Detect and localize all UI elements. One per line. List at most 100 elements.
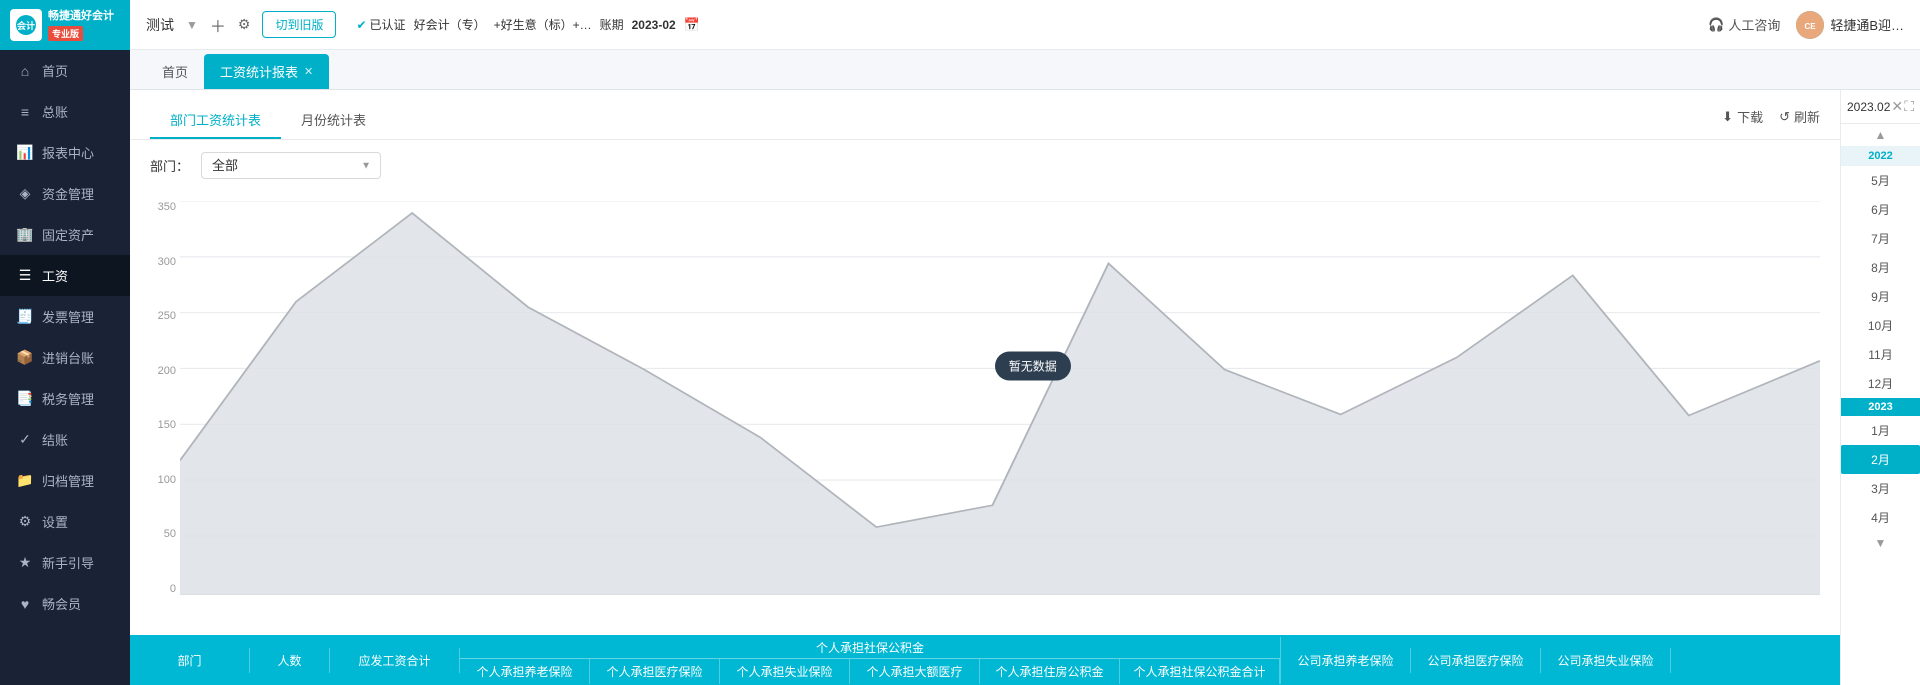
topbar-gear-button[interactable]: ⚙ xyxy=(238,16,251,33)
topbar-add-button[interactable]: ＋ xyxy=(210,13,226,37)
bt-col-unemployment: 个人承担失业保险 xyxy=(720,659,850,684)
svg-text:CE: CE xyxy=(1805,22,1817,31)
sidebar-item-invoice[interactable]: 🧾 发票管理 xyxy=(0,296,130,337)
sidebar-item-checkout[interactable]: ✓ 结账 xyxy=(0,419,130,460)
topbar-status: ✔ 已认证 好会计（专） +好生意（标）+… 账期 2023-02 📅 xyxy=(356,16,699,33)
rp-month-7[interactable]: 7月 xyxy=(1841,224,1920,253)
funds-icon: ◈ xyxy=(16,185,34,202)
member-icon: ♥ xyxy=(16,596,34,612)
chart-svg-wrapper: 暂无数据 xyxy=(180,201,1820,595)
tax-icon: 📑 xyxy=(16,390,34,407)
bt-col-count: 人数 xyxy=(250,648,330,673)
topbar-right: 🎧 人工咨询 CE 轻捷通B迎… xyxy=(1708,11,1904,39)
certified-badge: ✔ 已认证 xyxy=(356,16,405,33)
rp-nav-down[interactable]: ▼ xyxy=(1841,532,1920,554)
rp-month-5[interactable]: 5月 xyxy=(1841,166,1920,195)
logo-icon: 会计 xyxy=(10,9,42,41)
refresh-button[interactable]: ↺ 刷新 xyxy=(1779,107,1820,126)
y-label-350: 350 xyxy=(144,201,176,213)
sidebar-item-label: 进销台账 xyxy=(42,348,94,367)
y-label-150: 150 xyxy=(144,419,176,431)
sidebar-item-tax[interactable]: 📑 税务管理 xyxy=(0,378,130,419)
bt-col-co-medical: 公司承担医疗保险 xyxy=(1411,648,1541,673)
sidebar-item-member[interactable]: ♥ 畅会员 xyxy=(0,583,130,624)
sub-tab-actions: ⬇ 下载 ↺ 刷新 xyxy=(1722,107,1820,134)
sales-icon: 📦 xyxy=(16,349,34,366)
rp-nav-up[interactable]: ▲ xyxy=(1841,124,1920,146)
sidebar-item-settings[interactable]: ⚙ 设置 xyxy=(0,501,130,542)
rp-month-1-2023[interactable]: 1月 xyxy=(1841,416,1920,445)
rp-year-2022[interactable]: 2022 xyxy=(1841,146,1920,166)
archive-icon: 📁 xyxy=(16,472,34,489)
rp-month-4-2023[interactable]: 4月 xyxy=(1841,503,1920,532)
bt-col-co-pension: 公司承担养老保险 xyxy=(1281,648,1411,673)
user-name: 轻捷通B迎… xyxy=(1830,15,1904,34)
sidebar-item-home[interactable]: ⌂ 首页 xyxy=(0,50,130,91)
sidebar-item-funds[interactable]: ◈ 资金管理 xyxy=(0,173,130,214)
bt-group-personal-cols: 个人承担养老保险 个人承担医疗保险 个人承担失业保险 个人承担大额医疗 个人承担… xyxy=(460,659,1280,684)
bt-group-personal-header: 个人承担社保公积金 xyxy=(460,637,1280,659)
download-button[interactable]: ⬇ 下载 xyxy=(1722,107,1763,126)
sidebar-item-sales[interactable]: 📦 进销台账 xyxy=(0,337,130,378)
user-menu[interactable]: CE 轻捷通B迎… xyxy=(1796,11,1904,39)
sidebar-item-label: 资金管理 xyxy=(42,184,94,203)
tab-close-icon[interactable]: ✕ xyxy=(304,65,313,78)
topbar-dropdown-arrow[interactable]: ▼ xyxy=(186,18,198,32)
sub-tabs: 部门工资统计表 月份统计表 xyxy=(150,102,386,139)
sidebar-item-reports[interactable]: 📊 报表中心 xyxy=(0,132,130,173)
sidebar-item-archive[interactable]: 📁 归档管理 xyxy=(0,460,130,501)
tab-salary-label: 工资统计报表 xyxy=(220,62,298,81)
rp-month-3-2023[interactable]: 3月 xyxy=(1841,474,1920,503)
content-area: 部门工资统计表 月份统计表 ⬇ 下载 ↺ 刷新 xyxy=(130,90,1920,685)
rp-month-8[interactable]: 8月 xyxy=(1841,253,1920,282)
rp-month-12[interactable]: 12月 xyxy=(1841,369,1920,398)
assets-icon: 🏢 xyxy=(16,226,34,243)
sub-tab-dept[interactable]: 部门工资统计表 xyxy=(150,102,281,139)
rp-month-9[interactable]: 9月 xyxy=(1841,282,1920,311)
rp-year-2023[interactable]: 2023 xyxy=(1841,398,1920,416)
rp-month-6[interactable]: 6月 xyxy=(1841,195,1920,224)
sidebar-item-label: 设置 xyxy=(42,512,68,531)
sidebar-item-salary[interactable]: ☰ 工资 xyxy=(0,255,130,296)
reports-icon: 📊 xyxy=(16,144,34,161)
rp-expand-button[interactable]: ⛶ xyxy=(1904,98,1914,115)
y-label-250: 250 xyxy=(144,310,176,322)
rp-header: 2023.02 ✕ ⛶ xyxy=(1841,90,1920,124)
rp-month-11[interactable]: 11月 xyxy=(1841,340,1920,369)
dept-select-wrapper: 全部 研发部 市场部 行政部 财务部 xyxy=(201,152,381,179)
sidebar-item-guide[interactable]: ★ 新手引导 xyxy=(0,542,130,583)
y-label-100: 100 xyxy=(144,474,176,486)
support-button[interactable]: 🎧 人工咨询 xyxy=(1708,15,1780,34)
sidebar-item-label: 首页 xyxy=(42,61,68,80)
bt-col-total-salary: 应发工资合计 xyxy=(330,648,460,673)
sidebar: 会计 畅捷通好会计 专业版 ⌂ 首页 ≡ 总账 📊 报表中心 ◈ 资金管理 🏢 … xyxy=(0,0,130,685)
dept-select[interactable]: 全部 研发部 市场部 行政部 财务部 xyxy=(201,152,381,179)
filter-bar: 部门： 全部 研发部 市场部 行政部 财务部 xyxy=(130,140,1840,191)
bt-col-dept: 部门 xyxy=(130,648,250,673)
rp-close-button[interactable]: ✕ xyxy=(1891,98,1903,115)
accounting-badge: 好会计（专） xyxy=(414,16,486,33)
calendar-icon[interactable]: 📅 xyxy=(684,17,700,33)
switch-version-button[interactable]: 切到旧版 xyxy=(262,11,336,38)
chart-svg xyxy=(180,201,1820,595)
settings-icon: ⚙ xyxy=(16,513,34,530)
refresh-icon: ↺ xyxy=(1779,109,1790,125)
period-value: 2023-02 xyxy=(632,18,676,32)
sidebar-item-label: 发票管理 xyxy=(42,307,94,326)
invoice-icon: 🧾 xyxy=(16,308,34,325)
rp-month-10[interactable]: 10月 xyxy=(1841,311,1920,340)
sidebar-item-label: 新手引导 xyxy=(42,553,94,572)
chart-area-fill xyxy=(180,213,1820,595)
sidebar-item-label: 报表中心 xyxy=(42,143,94,162)
tab-salary-report[interactable]: 工资统计报表 ✕ xyxy=(204,54,329,89)
sub-tab-monthly[interactable]: 月份统计表 xyxy=(281,102,386,139)
sidebar-item-ledger[interactable]: ≡ 总账 xyxy=(0,91,130,132)
check-icon: ✔ xyxy=(356,18,366,32)
tab-home[interactable]: 首页 xyxy=(146,54,204,89)
business-badge: +好生意（标）+… xyxy=(494,16,592,33)
bt-col-big-medical: 个人承担大额医疗 xyxy=(850,659,980,684)
bt-col-housing: 个人承担住房公积金 xyxy=(980,659,1120,684)
sidebar-item-assets[interactable]: 🏢 固定资产 xyxy=(0,214,130,255)
rp-month-2-2023[interactable]: 2月 xyxy=(1841,445,1920,474)
chart-container: 350 300 250 200 150 100 50 0 xyxy=(140,201,1820,625)
